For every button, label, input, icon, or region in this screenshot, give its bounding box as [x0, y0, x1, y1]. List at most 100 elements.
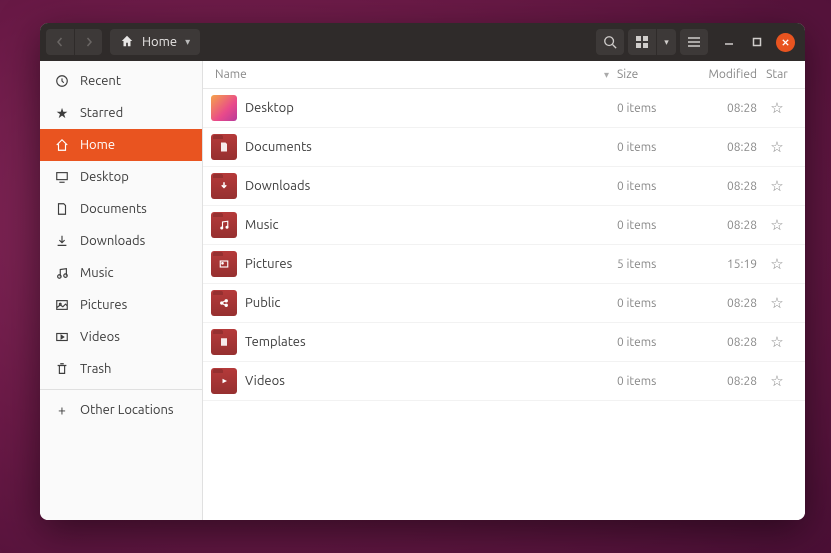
- file-name: Desktop: [245, 101, 617, 115]
- file-name: Pictures: [245, 257, 617, 271]
- path-bar[interactable]: Home ▾: [110, 29, 200, 55]
- path-label: Home: [142, 35, 177, 49]
- sidebar-item-starred[interactable]: ★ Starred: [40, 97, 202, 129]
- trash-icon: [54, 361, 70, 377]
- file-name: Public: [245, 296, 617, 310]
- sidebar-item-label: Home: [80, 138, 115, 152]
- sidebar-item-recent[interactable]: Recent: [40, 65, 202, 97]
- star-button[interactable]: ☆: [757, 216, 797, 234]
- documents-icon: [54, 201, 70, 217]
- file-row[interactable]: Downloads0 items08:28☆: [203, 167, 805, 206]
- window-body: Recent ★ Starred Home Desktop Documents …: [40, 61, 805, 520]
- sort-descending-icon: ▾: [604, 69, 609, 81]
- file-modified: 08:28: [687, 375, 757, 388]
- documents-folder-icon: [211, 134, 237, 160]
- view-options-button[interactable]: ▾: [656, 29, 676, 55]
- sidebar-item-label: Trash: [80, 362, 111, 376]
- sidebar-item-music[interactable]: Music: [40, 257, 202, 289]
- sidebar-item-other-locations[interactable]: + Other Locations: [40, 394, 202, 426]
- desktop-folder-icon: [211, 95, 237, 121]
- star-button[interactable]: ☆: [757, 99, 797, 117]
- nav-back-forward: [46, 29, 102, 55]
- sidebar-item-downloads[interactable]: Downloads: [40, 225, 202, 257]
- file-row[interactable]: Desktop0 items08:28☆: [203, 89, 805, 128]
- sidebar-item-label: Other Locations: [80, 403, 174, 417]
- back-button[interactable]: [46, 29, 74, 55]
- file-modified: 08:28: [687, 102, 757, 115]
- forward-button[interactable]: [74, 29, 102, 55]
- chevron-down-icon: ▾: [664, 37, 669, 48]
- sidebar-item-trash[interactable]: Trash: [40, 353, 202, 385]
- public-folder-icon: [211, 290, 237, 316]
- file-name: Music: [245, 218, 617, 232]
- file-row[interactable]: Pictures5 items15:19☆: [203, 245, 805, 284]
- window-controls: [720, 33, 795, 52]
- column-header-row: Name ▾ Size Modified Star: [203, 61, 805, 89]
- music-icon: [54, 265, 70, 281]
- file-size: 0 items: [617, 219, 687, 232]
- sidebar-separator: [40, 389, 202, 390]
- star-button[interactable]: ☆: [757, 255, 797, 273]
- file-row[interactable]: Public0 items08:28☆: [203, 284, 805, 323]
- file-size: 0 items: [617, 141, 687, 154]
- pictures-folder-icon: [211, 251, 237, 277]
- sidebar-item-videos[interactable]: Videos: [40, 321, 202, 353]
- desktop-icon: [54, 169, 70, 185]
- home-icon: [54, 137, 70, 153]
- column-header-name[interactable]: Name ▾: [211, 68, 617, 81]
- downloads-icon: [54, 233, 70, 249]
- file-size: 0 items: [617, 375, 687, 388]
- minimize-button[interactable]: [720, 33, 738, 51]
- file-manager-window: Home ▾ ▾: [40, 23, 805, 520]
- column-header-star[interactable]: Star: [757, 68, 797, 81]
- file-modified: 08:28: [687, 141, 757, 154]
- sidebar-item-pictures[interactable]: Pictures: [40, 289, 202, 321]
- file-view: Name ▾ Size Modified Star Desktop0 items…: [203, 61, 805, 520]
- sidebar-item-label: Documents: [80, 202, 147, 216]
- file-modified: 08:28: [687, 219, 757, 232]
- close-button[interactable]: [776, 33, 795, 52]
- file-name: Videos: [245, 374, 617, 388]
- star-icon: ★: [54, 105, 70, 121]
- file-modified: 08:28: [687, 297, 757, 310]
- sidebar-item-documents[interactable]: Documents: [40, 193, 202, 225]
- plus-icon: +: [54, 402, 70, 418]
- sidebar-item-home[interactable]: Home: [40, 129, 202, 161]
- file-list: Desktop0 items08:28☆Documents0 items08:2…: [203, 89, 805, 520]
- file-row[interactable]: Templates0 items08:28☆: [203, 323, 805, 362]
- hamburger-menu-button[interactable]: [680, 29, 708, 55]
- home-icon: [120, 34, 134, 51]
- pictures-icon: [54, 297, 70, 313]
- star-button[interactable]: ☆: [757, 138, 797, 156]
- music-folder-icon: [211, 212, 237, 238]
- file-row[interactable]: Music0 items08:28☆: [203, 206, 805, 245]
- file-size: 5 items: [617, 258, 687, 271]
- star-button[interactable]: ☆: [757, 333, 797, 351]
- star-button[interactable]: ☆: [757, 294, 797, 312]
- file-size: 0 items: [617, 336, 687, 349]
- downloads-folder-icon: [211, 173, 237, 199]
- star-button[interactable]: ☆: [757, 177, 797, 195]
- search-button[interactable]: [596, 29, 624, 55]
- titlebar: Home ▾ ▾: [40, 23, 805, 61]
- sidebar-item-label: Recent: [80, 74, 121, 88]
- column-header-size[interactable]: Size: [617, 68, 687, 81]
- sidebar-item-label: Music: [80, 266, 114, 280]
- videos-folder-icon: [211, 368, 237, 394]
- sidebar-item-desktop[interactable]: Desktop: [40, 161, 202, 193]
- file-name: Documents: [245, 140, 617, 154]
- column-header-modified[interactable]: Modified: [687, 68, 757, 81]
- videos-icon: [54, 329, 70, 345]
- star-button[interactable]: ☆: [757, 372, 797, 390]
- view-grid-button[interactable]: [628, 29, 656, 55]
- file-row[interactable]: Documents0 items08:28☆: [203, 128, 805, 167]
- clock-icon: [54, 73, 70, 89]
- maximize-button[interactable]: [748, 33, 766, 51]
- sidebar: Recent ★ Starred Home Desktop Documents …: [40, 61, 203, 520]
- file-modified: 08:28: [687, 180, 757, 193]
- file-size: 0 items: [617, 297, 687, 310]
- file-size: 0 items: [617, 180, 687, 193]
- file-row[interactable]: Videos0 items08:28☆: [203, 362, 805, 401]
- sidebar-item-label: Downloads: [80, 234, 145, 248]
- sidebar-item-label: Desktop: [80, 170, 129, 184]
